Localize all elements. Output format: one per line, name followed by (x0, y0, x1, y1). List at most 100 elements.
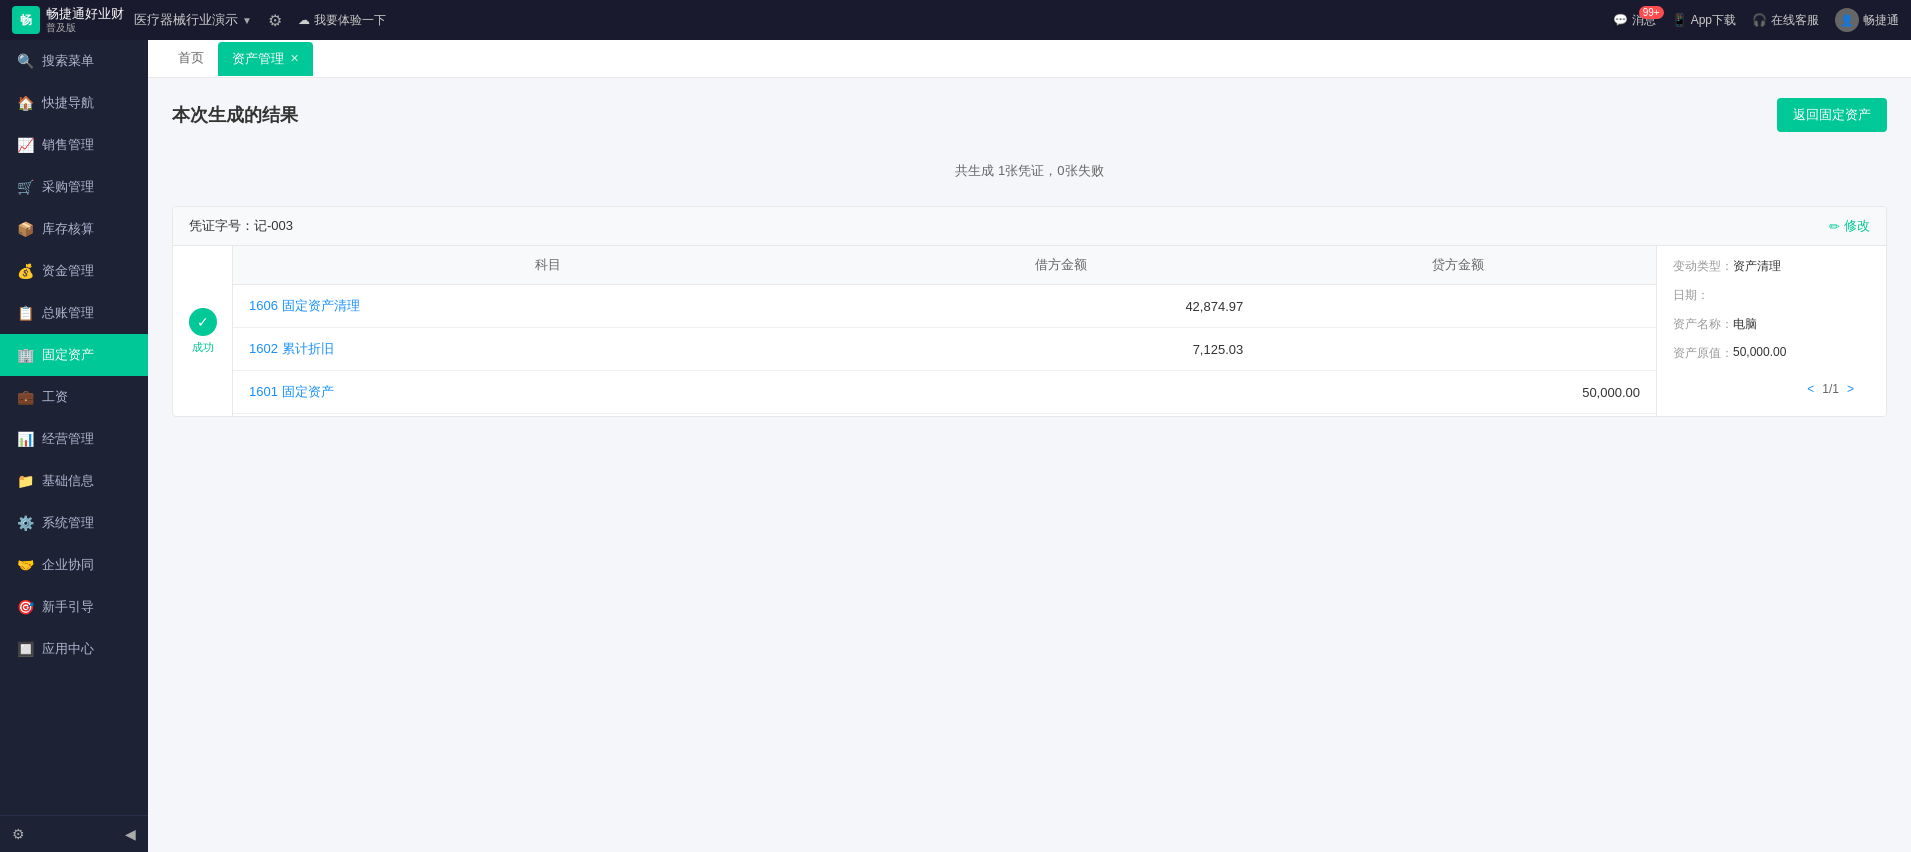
finance-icon: 💰 (16, 262, 34, 280)
sidebar-item-search[interactable]: 🔍 搜索菜单 (0, 40, 148, 82)
cooperation-icon: 🤝 (16, 556, 34, 574)
col-header-debit: 借方金额 (862, 246, 1259, 285)
company-name: 医疗器械行业演示 (134, 11, 238, 29)
success-icon: ✓ (189, 308, 217, 336)
voucher-table: 科目 借方金额 贷方金额 1606 固定资产清理 42,874.97 (233, 246, 1656, 414)
online-service-button[interactable]: 🎧 在线客服 (1752, 12, 1819, 29)
sidebar-item-label: 资金管理 (42, 262, 94, 280)
system-icon: ⚙️ (16, 514, 34, 532)
main-layout: 🔍 搜索菜单 🏠 快捷导航 📈 销售管理 🛒 采购管理 📦 库存核算 💰 资金管… (0, 40, 1911, 852)
credit-cell-1 (1259, 285, 1656, 328)
online-service-label: 在线客服 (1771, 12, 1819, 29)
user-profile[interactable]: 👤 畅捷通 (1835, 8, 1899, 32)
sidebar-item-label: 系统管理 (42, 514, 94, 532)
sidebar-item-label: 企业协同 (42, 556, 94, 574)
app-download-button[interactable]: 📱 App下载 (1672, 12, 1736, 29)
inventory-icon: 📦 (16, 220, 34, 238)
building-icon: 🏢 (16, 346, 34, 364)
company-selector[interactable]: 医疗器械行业演示 ▼ (134, 11, 252, 29)
edit-icon: ✏ (1829, 219, 1840, 234)
logo-text: 畅捷通好业财 普及版 (46, 6, 124, 34)
voucher-body: ✓ 成功 科目 借方金额 贷方金额 (173, 246, 1886, 416)
sidebar-item-label: 搜索菜单 (42, 52, 94, 70)
asset-value-label: 资产原值： (1673, 345, 1733, 362)
page-content: 本次生成的结果 返回固定资产 共生成 1张凭证，0张失败 凭证字号：记-003 … (148, 78, 1911, 852)
topbar: 畅 畅捷通好业财 普及版 医疗器械行业演示 ▼ ⚙ ☁ 我要体验一下 💬 消息 … (0, 0, 1911, 40)
sidebar-item-ledger[interactable]: 📋 总账管理 (0, 292, 148, 334)
purchase-icon: 🛒 (16, 178, 34, 196)
sidebar-item-guide[interactable]: 🎯 新手引导 (0, 586, 148, 628)
sidebar-item-inventory[interactable]: 📦 库存核算 (0, 208, 148, 250)
message-icon: 💬 (1613, 13, 1628, 27)
date-label: 日期： (1673, 287, 1733, 304)
debit-cell-3 (862, 371, 1259, 414)
sidebar-item-label: 工资 (42, 388, 68, 406)
sidebar-item-label: 库存核算 (42, 220, 94, 238)
pagination: < 1/1 > (1673, 374, 1870, 404)
page-title: 本次生成的结果 (172, 103, 298, 127)
close-icon[interactable]: ✕ (290, 52, 299, 65)
username: 畅捷通 (1863, 12, 1899, 29)
edit-button[interactable]: ✏ 修改 (1829, 217, 1870, 235)
tab-bar: 首页 资产管理 ✕ (148, 40, 1911, 78)
sidebar-item-basicinfo[interactable]: 📁 基础信息 (0, 460, 148, 502)
sidebar-item-system[interactable]: ⚙️ 系统管理 (0, 502, 148, 544)
settings-icon[interactable]: ⚙ (262, 7, 288, 33)
asset-value-row: 资产原值： 50,000.00 (1673, 345, 1870, 362)
next-page-icon[interactable]: > (1847, 382, 1854, 396)
experience-button[interactable]: ☁ 我要体验一下 (298, 12, 386, 29)
summary-bar: 共生成 1张凭证，0张失败 (172, 152, 1887, 190)
folder-icon: 📁 (16, 472, 34, 490)
gear-icon[interactable]: ⚙ (12, 826, 25, 842)
experience-label: 我要体验一下 (314, 12, 386, 29)
sidebar-item-label: 基础信息 (42, 472, 94, 490)
return-button[interactable]: 返回固定资产 (1777, 98, 1887, 132)
col-header-subject: 科目 (233, 246, 862, 285)
voucher-card: 凭证字号：记-003 ✏ 修改 ✓ 成功 (172, 206, 1887, 417)
page-info: 1/1 (1822, 382, 1839, 396)
sidebar-item-sales[interactable]: 📈 销售管理 (0, 124, 148, 166)
status-column: ✓ 成功 (173, 246, 233, 416)
tab-assetmgmt[interactable]: 资产管理 ✕ (218, 42, 313, 76)
message-badge: 99+ (1639, 6, 1664, 19)
subject-cell-2[interactable]: 1602 累计折旧 (233, 328, 862, 371)
page-header: 本次生成的结果 返回固定资产 (172, 98, 1887, 132)
sidebar-item-label: 固定资产 (42, 346, 94, 364)
asset-name-value: 电脑 (1733, 316, 1757, 333)
asset-name-label: 资产名称： (1673, 316, 1733, 333)
subject-cell-3[interactable]: 1601 固定资产 (233, 371, 862, 414)
sidebar-item-label: 新手引导 (42, 598, 94, 616)
chevron-down-icon: ▼ (242, 15, 252, 26)
sidebar-item-operations[interactable]: 📊 经营管理 (0, 418, 148, 460)
summary-text: 共生成 1张凭证，0张失败 (955, 163, 1103, 178)
asset-name-row: 资产名称： 电脑 (1673, 316, 1870, 333)
subject-cell-1[interactable]: 1606 固定资产清理 (233, 285, 862, 328)
sidebar-item-quicknav[interactable]: 🏠 快捷导航 (0, 82, 148, 124)
table-row: 1606 固定资产清理 42,874.97 (233, 285, 1656, 328)
logo-sub: 普及版 (46, 22, 124, 34)
prev-page-icon[interactable]: < (1807, 382, 1814, 396)
content-area: 首页 资产管理 ✕ 本次生成的结果 返回固定资产 共生成 1张凭证，0张失败 凭… (148, 40, 1911, 852)
voucher-side-panel: 变动类型： 资产清理 日期： 资产名称： 电脑 资产原值： (1656, 246, 1886, 416)
edit-label: 修改 (1844, 217, 1870, 235)
collapse-icon[interactable]: ◀ (125, 826, 136, 842)
sidebar-item-finance[interactable]: 💰 资金管理 (0, 250, 148, 292)
operations-icon: 📊 (16, 430, 34, 448)
sidebar-item-purchase[interactable]: 🛒 采购管理 (0, 166, 148, 208)
search-icon: 🔍 (16, 52, 34, 70)
voucher-table-wrapper: 科目 借方金额 贷方金额 1606 固定资产清理 42,874.97 (233, 246, 1656, 416)
change-type-row: 变动类型： 资产清理 (1673, 258, 1870, 275)
tab-label: 资产管理 (232, 50, 284, 68)
message-button[interactable]: 💬 消息 99+ (1613, 12, 1656, 29)
logo-main: 畅捷通好业财 (46, 6, 124, 22)
sidebar: 🔍 搜索菜单 🏠 快捷导航 📈 销售管理 🛒 采购管理 📦 库存核算 💰 资金管… (0, 40, 148, 852)
sidebar-item-payroll[interactable]: 💼 工资 (0, 376, 148, 418)
sidebar-item-appstore[interactable]: 🔲 应用中心 (0, 628, 148, 670)
sidebar-item-cooperation[interactable]: 🤝 企业协同 (0, 544, 148, 586)
tab-home[interactable]: 首页 (164, 41, 218, 77)
credit-cell-2 (1259, 328, 1656, 371)
sidebar-item-fixedasset[interactable]: 🏢 固定资产 (0, 334, 148, 376)
debit-cell-2: 7,125.03 (862, 328, 1259, 371)
sidebar-item-label: 应用中心 (42, 640, 94, 658)
sidebar-item-label: 采购管理 (42, 178, 94, 196)
